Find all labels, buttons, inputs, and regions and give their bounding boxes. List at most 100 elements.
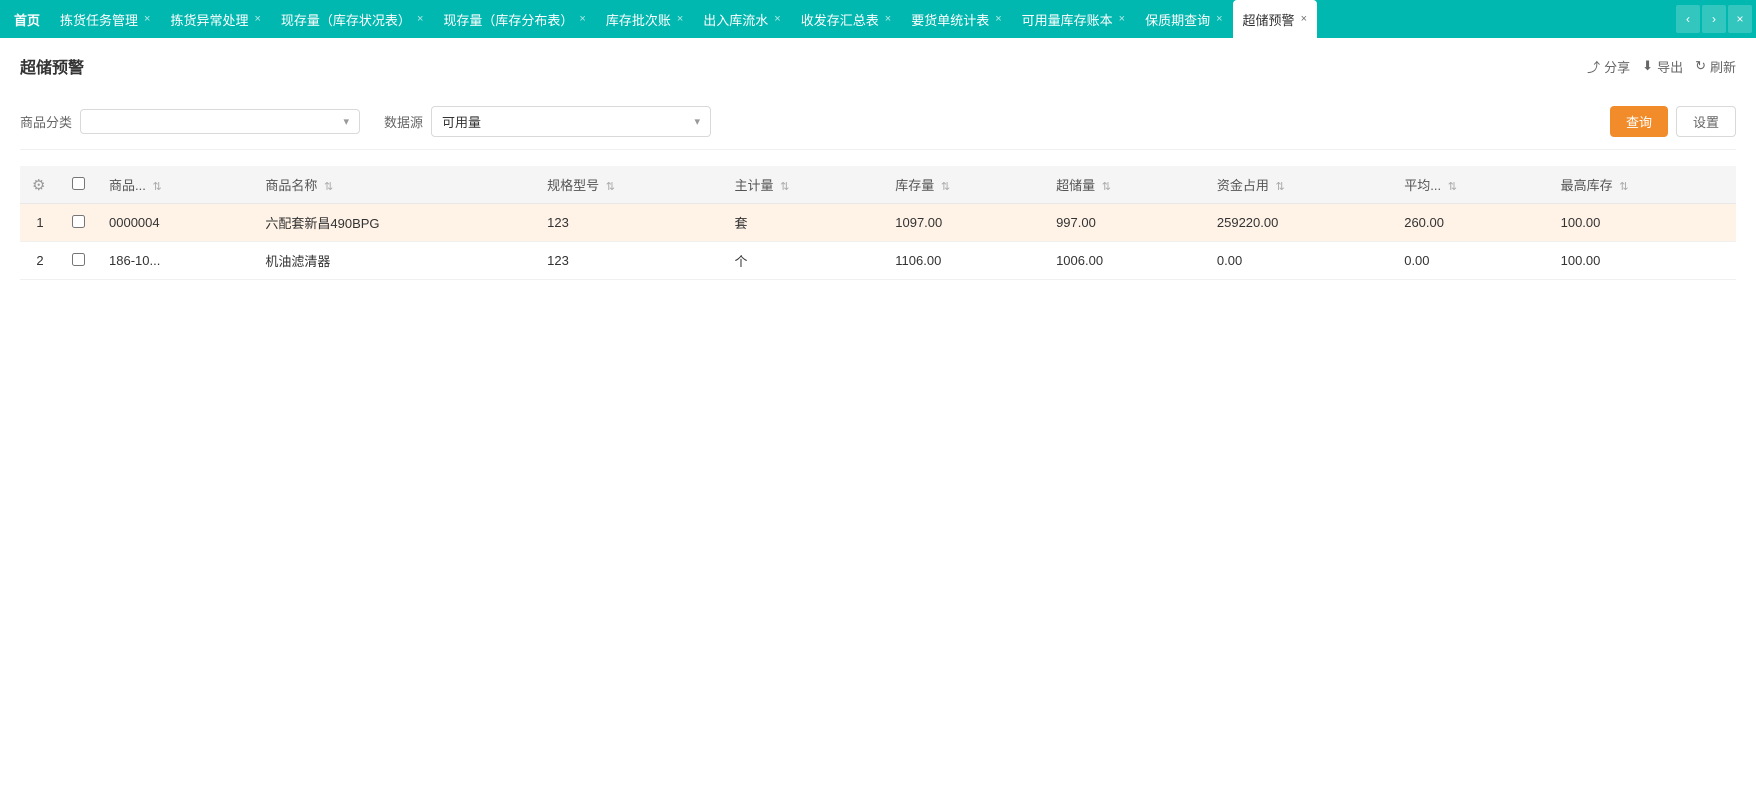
row-2-product-code: 186-10...	[97, 242, 253, 280]
row-1-product-name: 六配套新昌490BPG	[253, 204, 535, 242]
nav-item-home[interactable]: 首页	[4, 0, 50, 38]
page-title: 超储预警	[20, 54, 84, 78]
sort-icon-unit: ⇅	[780, 180, 789, 193]
nav-close-task-mgmt[interactable]: ×	[144, 13, 150, 25]
filter-bar: 商品分类 ▾ 数据源 可用量 ▾ 查询 设置	[20, 94, 1736, 150]
row-2-overstock: 1006.00	[1044, 242, 1205, 280]
nav-close-receive-send[interactable]: ×	[885, 13, 891, 25]
col-header-avg: 平均... ⇅	[1392, 166, 1548, 204]
row-1-stock: 1097.00	[883, 204, 1044, 242]
row-2-checkbox[interactable]	[72, 253, 85, 266]
col-header-capital-label: 资金占用	[1217, 178, 1269, 193]
nav-label-expiry-check: 保质期查询	[1145, 10, 1210, 29]
export-button[interactable]: ⬇ 导出	[1642, 57, 1683, 76]
row-1-unit: 套	[722, 204, 883, 242]
share-button[interactable]: ⤴ 分享	[1587, 57, 1630, 76]
datasource-filter-group: 数据源 可用量 ▾	[384, 106, 711, 137]
nav-item-batch-account[interactable]: 库存批次账 ×	[596, 0, 693, 38]
col-header-capital: 资金占用 ⇅	[1205, 166, 1392, 204]
settings-gear-icon[interactable]: ⚙	[32, 177, 45, 194]
sort-icon-product-name: ⇅	[324, 180, 333, 193]
settings-button[interactable]: 设置	[1676, 106, 1736, 137]
nav-close-inventory-dist[interactable]: ×	[579, 13, 585, 25]
col-header-overstock: 超储量 ⇅	[1044, 166, 1205, 204]
col-header-product-name-label: 商品名称	[265, 178, 317, 193]
top-nav: 首页 拣货任务管理 × 拣货异常处理 × 现存量（库存状况表） × 现存量（库存…	[0, 0, 1756, 38]
row-1-spec: 123	[535, 204, 722, 242]
row-1-checkbox[interactable]	[72, 215, 85, 228]
nav-item-task-mgmt[interactable]: 拣货任务管理 ×	[50, 0, 160, 38]
nav-item-abnormal[interactable]: 拣货异常处理 ×	[160, 0, 270, 38]
col-header-spec-label: 规格型号	[547, 178, 599, 193]
category-select[interactable]: ▾	[80, 109, 360, 134]
nav-arrows: ‹ › ×	[1676, 5, 1752, 33]
table-body: 1 0000004 六配套新昌490BPG 123 套 1097.00	[20, 204, 1736, 280]
col-header-checkbox	[60, 166, 97, 204]
col-header-max-stock: 最高库存 ⇅	[1549, 166, 1736, 204]
category-filter-group: 商品分类 ▾	[20, 109, 360, 134]
nav-item-overstock-warning[interactable]: 超储预警 ×	[1233, 0, 1317, 38]
page-header: 超储预警 ⤴ 分享 ⬇ 导出 ↻ 刷新	[20, 54, 1736, 78]
nav-item-inventory-dist[interactable]: 现存量（库存分布表） ×	[433, 0, 595, 38]
nav-close-expiry-check[interactable]: ×	[1216, 13, 1222, 25]
category-filter-label: 商品分类	[20, 112, 72, 131]
header-actions: ⤴ 分享 ⬇ 导出 ↻ 刷新	[1587, 57, 1736, 76]
row-2-avg: 0.00	[1392, 242, 1548, 280]
row-2-spec: 123	[535, 242, 722, 280]
nav-item-inout-flow[interactable]: 出入库流水 ×	[693, 0, 790, 38]
nav-item-available-account[interactable]: 可用量库存账本 ×	[1012, 0, 1135, 38]
nav-close-abnormal[interactable]: ×	[254, 13, 260, 25]
nav-arrow-right[interactable]: ›	[1702, 5, 1726, 33]
nav-label-inout-flow: 出入库流水	[703, 10, 768, 29]
nav-label-receive-send: 收发存汇总表	[801, 10, 879, 29]
nav-item-expiry-check[interactable]: 保质期查询 ×	[1135, 0, 1232, 38]
table-row: 2 186-10... 机油滤清器 123 个 1106.00	[20, 242, 1736, 280]
nav-close-batch-account[interactable]: ×	[677, 13, 683, 25]
nav-label-inventory-status: 现存量（库存状况表）	[281, 10, 411, 29]
nav-label-inventory-dist: 现存量（库存分布表）	[443, 10, 573, 29]
row-1-product-code: 0000004	[97, 204, 253, 242]
nav-close-available-account[interactable]: ×	[1119, 13, 1125, 25]
datasource-dropdown-icon: ▾	[695, 115, 701, 128]
col-header-product-code: 商品... ⇅	[97, 166, 253, 204]
row-2-product-name: 机油滤清器	[253, 242, 535, 280]
nav-close-order-stat[interactable]: ×	[995, 13, 1001, 25]
nav-item-order-stat[interactable]: 要货单统计表 ×	[901, 0, 1011, 38]
row-2-index: 2	[20, 242, 60, 280]
sort-icon-capital: ⇅	[1276, 180, 1285, 193]
col-header-unit: 主计量 ⇅	[722, 166, 883, 204]
nav-arrow-close[interactable]: ×	[1728, 5, 1752, 33]
row-2-checkbox-cell	[60, 242, 97, 280]
col-header-unit-label: 主计量	[734, 178, 773, 193]
row-1-avg: 260.00	[1392, 204, 1548, 242]
datasource-select[interactable]: 可用量 ▾	[431, 106, 711, 137]
export-icon: ⬇	[1642, 58, 1653, 74]
row-2-max-stock: 100.00	[1549, 242, 1736, 280]
col-header-max-stock-label: 最高库存	[1561, 178, 1613, 193]
col-header-settings: ⚙	[20, 166, 60, 204]
col-header-product-name: 商品名称 ⇅	[253, 166, 535, 204]
nav-label-overstock-warning: 超储预警	[1243, 10, 1295, 29]
share-icon: ⤴	[1587, 57, 1600, 76]
export-label: 导出	[1657, 57, 1683, 76]
col-header-stock: 库存量 ⇅	[883, 166, 1044, 204]
nav-close-inventory-status[interactable]: ×	[417, 13, 423, 25]
data-table: ⚙ 商品... ⇅ 商品名称 ⇅ 规格型号 ⇅ 主计量	[20, 166, 1736, 280]
filter-actions: 查询 设置	[1610, 106, 1736, 137]
nav-label-order-stat: 要货单统计表	[911, 10, 989, 29]
nav-item-inventory-status[interactable]: 现存量（库存状况表） ×	[271, 0, 433, 38]
row-2-capital: 0.00	[1205, 242, 1392, 280]
page-content: 超储预警 ⤴ 分享 ⬇ 导出 ↻ 刷新 商品分类 ▾ 数据源	[0, 38, 1756, 800]
query-button[interactable]: 查询	[1610, 106, 1668, 137]
refresh-button[interactable]: ↻ 刷新	[1695, 57, 1736, 76]
row-2-stock: 1106.00	[883, 242, 1044, 280]
nav-label-batch-account: 库存批次账	[606, 10, 671, 29]
nav-arrow-left[interactable]: ‹	[1676, 5, 1700, 33]
sort-icon-product-code: ⇅	[152, 180, 161, 193]
nav-close-overstock-warning[interactable]: ×	[1301, 13, 1307, 25]
nav-item-receive-send[interactable]: 收发存汇总表 ×	[791, 0, 901, 38]
nav-close-inout-flow[interactable]: ×	[774, 13, 780, 25]
share-label: 分享	[1604, 57, 1630, 76]
refresh-icon: ↻	[1695, 58, 1706, 74]
select-all-checkbox[interactable]	[72, 177, 85, 190]
